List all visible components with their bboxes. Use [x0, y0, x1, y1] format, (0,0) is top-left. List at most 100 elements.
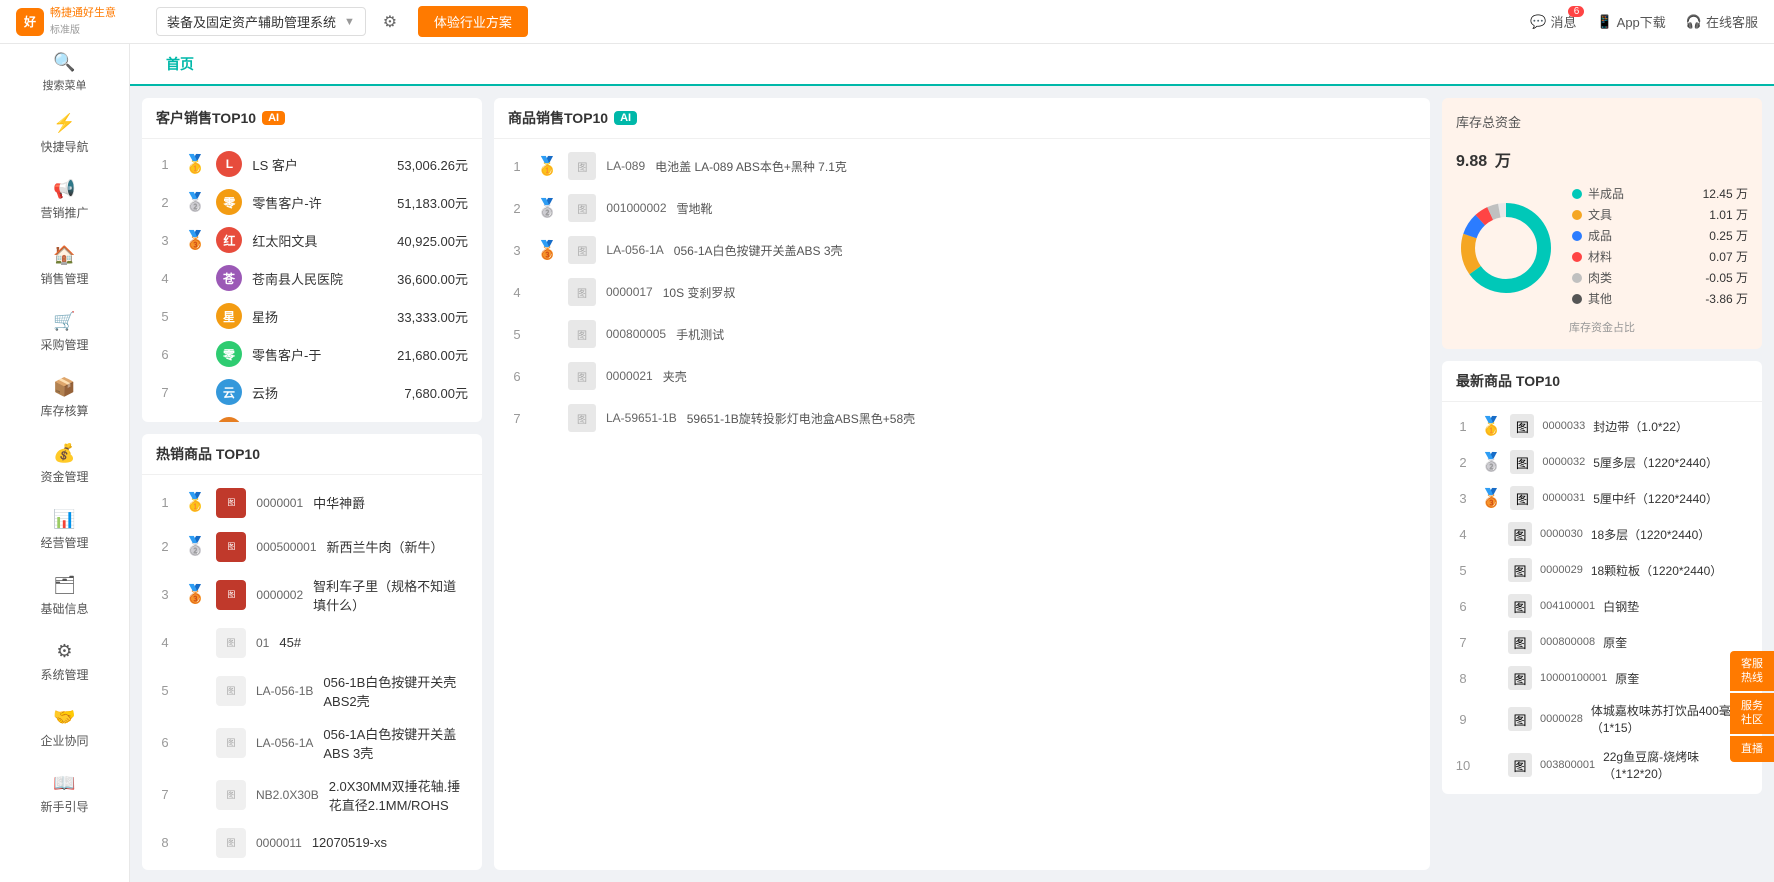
legend-dot	[1572, 252, 1582, 262]
avatar: 零	[216, 189, 242, 215]
np-thumb: 图	[1508, 666, 1532, 690]
sidebar-item-base[interactable]: 🗂 基础信息	[0, 563, 129, 629]
sold-thumb: 图	[568, 404, 596, 432]
right-column: 库存总资金 9.88 万	[1442, 98, 1762, 870]
sidebar-label-sales: 销售管理	[40, 270, 88, 287]
np-thumb: 图	[1508, 594, 1532, 618]
system-selector[interactable]: 装备及固定资产辅助管理系统 ▼	[156, 7, 366, 36]
product-thumb: 图	[216, 676, 246, 706]
list-item: 9 图 0000028 体城嘉枚味苏打饮品400毫升（1*15）	[1442, 696, 1762, 742]
sidebar-label-base: 基础信息	[40, 600, 88, 617]
list-item: 6 图 004100001 白钢垫	[1442, 588, 1762, 624]
chevron-down-icon: ▼	[344, 16, 355, 28]
list-item: 5 图 000800005 手机测试	[494, 313, 1430, 355]
avatar: 尚	[216, 417, 242, 422]
sidebar-item-quick[interactable]: ⚡ 快捷导航	[0, 101, 129, 167]
list-item: 7 图 NB2.0X30B 2.0X30MM双捶花轴.捶花直径2.1MM/ROH…	[142, 769, 482, 821]
mid-column: 商品销售TOP10 AI 1 🥇 图 LA-089 电池盖 LA-089 ABS…	[494, 98, 1430, 870]
table-row: 7 云 云扬 7,680.00元	[142, 373, 482, 411]
medal-gold-icon: 🥇	[184, 154, 206, 175]
np-thumb: 图	[1510, 414, 1534, 438]
product-thumb: 图	[216, 728, 246, 758]
sidebar-item-collab[interactable]: 🤝 企业协同	[0, 695, 129, 761]
product-thumb: 图	[216, 780, 246, 810]
sold-thumb: 图	[568, 362, 596, 390]
system-icon: ⚙	[56, 641, 72, 662]
medal-gold-icon: 🥇	[536, 156, 558, 177]
gear-button[interactable]: ⚙	[374, 6, 406, 38]
sidebar-item-purchase[interactable]: 🛒 采购管理	[0, 299, 129, 365]
content-area: 首页 客户销售TOP10 AI 1 🥇 L	[130, 44, 1774, 882]
list-item: 3 🥉 图 0000002 智利车子里（规格不知道填什么）	[142, 569, 482, 621]
list-item: 4 图 0000030 18多层（1220*2440）	[1442, 516, 1762, 552]
sidebar-item-ops[interactable]: 📊 经营管理	[0, 497, 129, 563]
nav-tabs: 首页	[130, 44, 1774, 86]
list-item: 7 图 000800008 原奎	[1442, 624, 1762, 660]
list-item: 10 图 003800001 22g鱼豆腐-烧烤味（1*12*20）	[1442, 742, 1762, 788]
sold-goods-list: 1 🥇 图 LA-089 电池盖 LA-089 ABS本色+黑种 7.1克 2 …	[494, 139, 1430, 445]
list-item: 5 图 0000029 18颗粒板（1220*2440）	[1442, 552, 1762, 588]
product-thumb: 图	[216, 532, 246, 562]
medal-bronze-icon: 🥉	[536, 240, 558, 261]
list-item: 1 🥇 图 LA-089 电池盖 LA-089 ABS本色+黑种 7.1克	[494, 145, 1430, 187]
list-item: 7 图 LA-59651-1B 59651-1B旋转投影灯电池盒ABS黑色+58…	[494, 397, 1430, 439]
legend-dot	[1572, 231, 1582, 241]
sidebar-item-inventory[interactable]: 📦 库存核算	[0, 365, 129, 431]
quick-icon: ⚡	[53, 113, 75, 134]
inventory-subtitle: 库存资金占比	[1456, 319, 1748, 335]
logo-text: 畅捷通好生意	[50, 7, 116, 20]
top-bar: 好 畅捷通好生意 标准版 装备及固定资产辅助管理系统 ▼ ⚙ 体验行业方案 💬 …	[0, 0, 1774, 44]
top-right-area: 💬 消息 6 📱 App下载 🎧 在线客服	[1530, 12, 1758, 31]
live-stream-button[interactable]: 直播	[1730, 736, 1774, 762]
online-service-label: 在线客服	[1706, 12, 1758, 31]
customer-rank-title: 客户销售TOP10	[156, 108, 256, 128]
list-item: 1 🥇 图 0000001 中华神爵	[142, 481, 482, 525]
inventory-icon: 📦	[53, 377, 75, 398]
sidebar-label-quick: 快捷导航	[40, 138, 88, 155]
messages-badge: 6	[1568, 6, 1584, 17]
sidebar-item-guide[interactable]: 📖 新手引导	[0, 761, 129, 827]
system-name: 装备及固定资产辅助管理系统	[167, 12, 336, 31]
np-thumb: 图	[1508, 707, 1532, 731]
float-service: 客服热线 服务社区 直播	[1730, 651, 1774, 762]
sidebar: 🔍 搜索菜单 ⚡ 快捷导航 📢 营销推广 🏠 销售管理 🛒 采购管理 📦 库存核…	[0, 44, 130, 882]
sidebar-label-inventory: 库存核算	[40, 402, 88, 419]
messages-button[interactable]: 💬 消息 6	[1530, 12, 1576, 31]
list-item: 3 🥉 图 LA-056-1A 056-1A白色按键开关盖ABS 3壳	[494, 229, 1430, 271]
headset-icon: 🎧	[1686, 14, 1702, 30]
medal-gold-icon: 🥇	[184, 492, 206, 513]
legend-item-meat: 肉类 -0.05 万	[1572, 269, 1748, 286]
list-item: 6 图 LA-056-1A 056-1A白色按键开关盖ABS 3壳	[142, 717, 482, 769]
np-thumb: 图	[1508, 558, 1532, 582]
tab-home[interactable]: 首页	[146, 44, 214, 86]
medal-gold-icon: 🥇	[1480, 416, 1502, 437]
sidebar-label-search: 搜索菜单	[43, 77, 87, 93]
list-item: 4 图 01 45#	[142, 621, 482, 665]
sidebar-item-search[interactable]: 🔍 搜索菜单	[0, 44, 129, 101]
avatar: 红	[216, 227, 242, 253]
trial-button[interactable]: 体验行业方案	[418, 6, 528, 37]
sidebar-item-system[interactable]: ⚙ 系统管理	[0, 629, 129, 695]
service-community-button[interactable]: 服务社区	[1730, 693, 1774, 734]
gear-icon: ⚙	[383, 12, 397, 32]
sidebar-label-marketing: 营销推广	[40, 204, 88, 221]
sales-icon: 🏠	[53, 245, 75, 266]
app-download-button[interactable]: 📱 App下载	[1596, 12, 1665, 31]
online-service-button[interactable]: 🎧 在线客服	[1686, 12, 1758, 31]
np-thumb: 图	[1508, 522, 1532, 546]
customer-rank-list: 1 🥇 L LS 客户 53,006.26元 2 🥈 零 零售客户-许	[142, 139, 482, 422]
medal-bronze-icon: 🥉	[1480, 488, 1502, 509]
sidebar-item-marketing[interactable]: 📢 营销推广	[0, 167, 129, 233]
np-thumb: 图	[1508, 630, 1532, 654]
guide-icon: 📖	[53, 773, 75, 794]
customer-service-button[interactable]: 客服热线	[1730, 651, 1774, 692]
sidebar-label-guide: 新手引导	[40, 798, 88, 815]
marketing-icon: 📢	[53, 179, 75, 200]
sidebar-item-finance[interactable]: 💰 资金管理	[0, 431, 129, 497]
inventory-card: 库存总资金 9.88 万	[1442, 98, 1762, 349]
list-item: 1 🥇 图 0000033 封边带（1.0*22）	[1442, 408, 1762, 444]
np-thumb: 图	[1508, 753, 1532, 777]
medal-silver-icon: 🥈	[184, 536, 206, 557]
sidebar-item-sales[interactable]: 🏠 销售管理	[0, 233, 129, 299]
left-column: 客户销售TOP10 AI 1 🥇 L LS 客户 53,006.26元	[142, 98, 482, 870]
